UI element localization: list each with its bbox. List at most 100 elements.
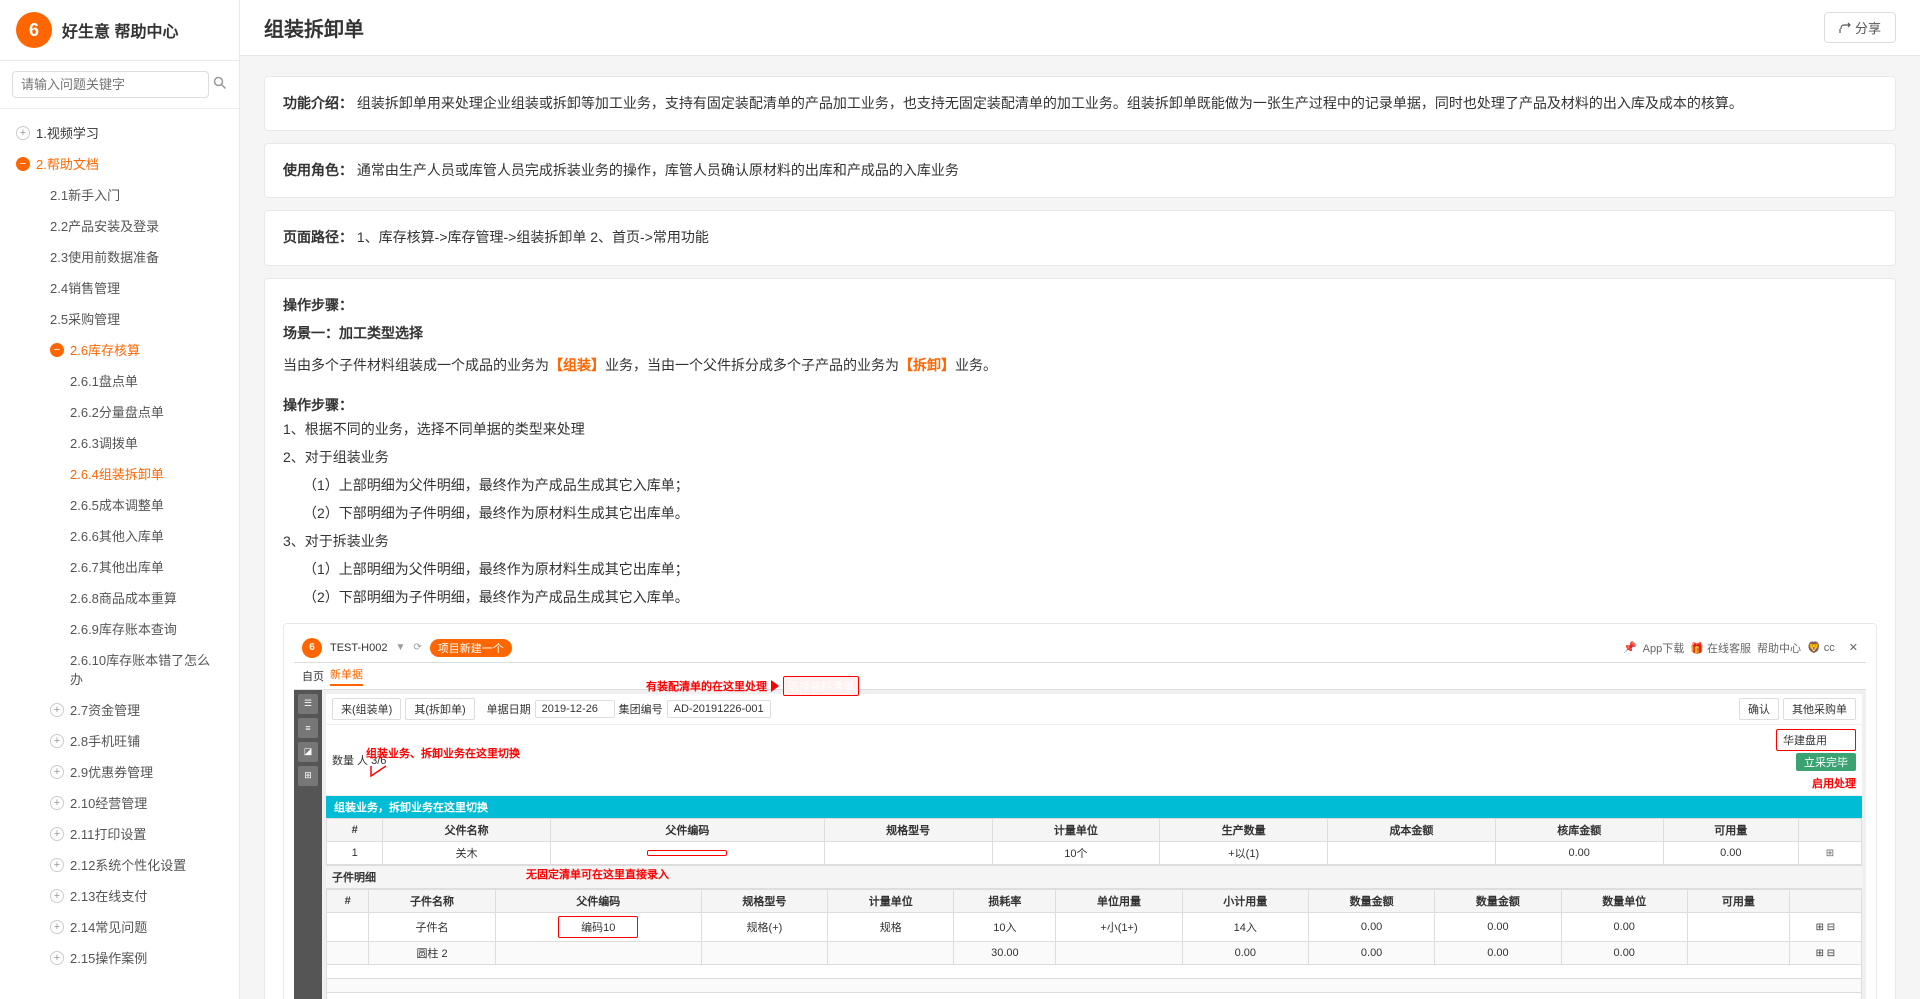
mock-bill-label: 集团编号 <box>619 701 663 717</box>
sidebar-item-2-6-1[interactable]: 2.6.1盘点单 <box>50 365 239 396</box>
sidebar-item-2-4[interactable]: 2.4销售管理 <box>30 272 239 303</box>
sidebar-item-2-6-4[interactable]: 2.6.4组装拆卸单 <box>50 458 239 489</box>
sidebar-item-2-6-5[interactable]: 2.6.5成本调整单 <box>50 489 239 520</box>
sidebar-item-2-8[interactable]: + 2.8手机旺铺 <box>30 725 239 756</box>
mock-th-7: 成本金额 <box>1328 818 1496 841</box>
sidebar-item-2-6-10[interactable]: 2.6.10库存账本错了怎么办 <box>50 644 239 694</box>
role-label: 使用角色： <box>283 162 353 178</box>
sidebar-item-2-label: 2.帮助文档 <box>36 154 99 173</box>
mock-topbar-id: TEST-H002 <box>330 642 387 654</box>
search-box[interactable] <box>0 61 239 109</box>
sidebar-item-2-6-2-label: 2.6.2分量盘点单 <box>70 402 164 421</box>
mock-cr1-2: 子件名 <box>369 912 495 941</box>
step2: 2、对于组装业务 <box>283 443 1877 471</box>
mock-topbar-dropdown: ▼ <box>395 642 405 653</box>
step3: 3、对于拆装业务 <box>283 527 1877 555</box>
mock-top-icon1: 📌 <box>1623 641 1637 654</box>
app-name: 好生意 帮助中心 <box>62 18 178 42</box>
mock-cth-2: 子件名称 <box>369 889 495 912</box>
sidebar-item-2-12[interactable]: + 2.12系统个性化设置 <box>30 849 239 880</box>
sidebar-item-2-8-label: 2.8手机旺铺 <box>70 731 140 750</box>
sidebar-item-2-6-9[interactable]: 2.6.9库存账本查询 <box>50 613 239 644</box>
sidebar-item-2-14[interactable]: + 2.14常见问题 <box>30 911 239 942</box>
mock-nav-icon4: ⊞ <box>298 766 318 786</box>
path-card: 页面路径： 1、库存核算->库存管理->组装拆卸单 2、首页->常用功能 <box>264 210 1896 265</box>
step3-1: （1）上部明细为父件明细，最终作为原材料生成其它出库单； <box>303 555 1877 583</box>
mock-btn-chachu: 其(拆卸单) <box>405 698 474 720</box>
sidebar-item-2-6-2[interactable]: 2.6.2分量盘点单 <box>50 396 239 427</box>
sidebar-item-2-3[interactable]: 2.3使用前数据准备 <box>30 241 239 272</box>
sidebar-item-2-5[interactable]: 2.5采购管理 <box>30 303 239 334</box>
mock-top-icon4: 帮助中心 <box>1757 640 1801 656</box>
mock-menu-home: 自页 <box>302 668 324 684</box>
mock-layout: ☰ ≡ ◪ ⊞ 来(组装单) 其(拆卸单) 单据日期 2019-12-26 <box>294 690 1866 999</box>
mock-child-row-3 <box>327 964 1862 978</box>
sidebar-item-1[interactable]: + 1.视频学习 <box>0 117 239 148</box>
annotation4-text: 启用处理 <box>1812 775 1856 791</box>
share-icon <box>1839 22 1851 34</box>
sidebar-item-2-6[interactable]: − 2.6库存核算 <box>30 334 239 365</box>
mock-cr1-3: 编码10 <box>495 912 701 941</box>
expand-icon-1: + <box>16 126 30 140</box>
mock-menu-new: 新单据 <box>330 666 363 686</box>
annotation5-text: 无固定清单可在这里直接录入 <box>526 866 669 882</box>
mock-cth-10: 数量金额 <box>1435 889 1561 912</box>
mock-left-nav: ☰ ≡ ◪ ⊞ <box>294 690 322 999</box>
mock-cth-9: 数量金额 <box>1308 889 1434 912</box>
sidebar-item-2-9[interactable]: + 2.9优惠券管理 <box>30 756 239 787</box>
nav-tree: + 1.视频学习 − 2.帮助文档 2.1新手入门 2.2产品安装及登录 2.3… <box>0 109 239 999</box>
sidebar-item-2-6-1-label: 2.6.1盘点单 <box>70 371 138 390</box>
sidebar-item-2-11[interactable]: + 2.11打印设置 <box>30 818 239 849</box>
mock-top-icon3: 🎁 在线客服 <box>1690 640 1751 656</box>
sidebar-item-2-15[interactable]: + 2.15操作案例 <box>30 942 239 973</box>
mock-cth-4: 规格型号 <box>701 889 827 912</box>
mock-cr1-icons: ⊞ ⊟ <box>1816 922 1836 933</box>
mock-ui: 6 TEST-H002 ▼ ⟳ 项目新建一个 📌 App下载 🎁 在线客服 帮助… <box>294 634 1866 999</box>
mock-date-value: 2019-12-26 <box>535 700 615 718</box>
share-button[interactable]: 分享 <box>1824 12 1896 43</box>
sidebar-item-2-6-4-label: 2.6.4组装拆卸单 <box>70 464 164 483</box>
sidebar-item-2-3-label: 2.3使用前数据准备 <box>50 247 159 266</box>
sidebar-item-1-label: 1.视频学习 <box>36 123 99 142</box>
annotation3-text: 组装业务、拆卸业务在这里切换 <box>366 745 520 761</box>
expand-icon-2-15: + <box>50 951 64 965</box>
main-body: 功能介绍： 组装拆卸单用来处理企业组装或拆卸等加工业务，支持有固定装配清单的产品… <box>240 56 1920 999</box>
sidebar-item-2-1[interactable]: 2.1新手入门 <box>30 179 239 210</box>
sidebar-item-2-6-3[interactable]: 2.6.3调拨单 <box>50 427 239 458</box>
ops-steps-title: 操作步骤： <box>283 395 1877 415</box>
mock-cr1-5: 规格 <box>828 912 954 941</box>
mock-cth-5: 计量单位 <box>828 889 954 912</box>
search-button[interactable] <box>213 76 227 93</box>
mock-th-6: 生产数量 <box>1160 818 1328 841</box>
mock-badge: 项目新建一个 <box>430 639 512 657</box>
mock-table-parent: # 父件名称 父件编码 规格型号 计量单位 生产数量 成本金额 核库金额 可用量 <box>326 818 1862 865</box>
sidebar-item-2-13[interactable]: + 2.13在线支付 <box>30 880 239 911</box>
path-text: 页面路径： 1、库存核算->库存管理->组装拆卸单 2、首页->常用功能 <box>283 225 1877 250</box>
step2-2: （2）下部明细为子件明细，最终作为原材料生成其它出库单。 <box>303 499 1877 527</box>
mock-cr1-8: 14入 <box>1182 912 1308 941</box>
mock-cr3-empty <box>327 964 1862 978</box>
mock-cr1-1 <box>327 912 369 941</box>
screenshot-container: 6 TEST-H002 ▼ ⟳ 项目新建一个 📌 App下载 🎁 在线客服 帮助… <box>283 623 1877 999</box>
sidebar-item-2-2[interactable]: 2.2产品安装及登录 <box>30 210 239 241</box>
sidebar-item-2-6-8[interactable]: 2.6.8商品成本重算 <box>50 582 239 613</box>
sidebar-item-2-6-7[interactable]: 2.6.7其他出库单 <box>50 551 239 582</box>
mock-parent-cell-9: 0.00 <box>1663 841 1798 864</box>
mock-child-row-4 <box>327 978 1862 992</box>
search-input[interactable] <box>12 71 209 98</box>
sidebar-item-2-6-6[interactable]: 2.6.6其他入库单 <box>50 520 239 551</box>
mock-th-10 <box>1798 818 1861 841</box>
mock-cth-11: 数量单位 <box>1561 889 1687 912</box>
mock-th-2: 父件名称 <box>383 818 551 841</box>
mock-parent-cell-8: 0.00 <box>1495 841 1663 864</box>
share-label: 分享 <box>1855 18 1881 37</box>
mock-btn-zuzhang: 来(组装单) <box>332 698 401 720</box>
sidebar-item-2-7[interactable]: + 2.7资金管理 <box>30 694 239 725</box>
intro-text: 功能介绍： 组装拆卸单用来处理企业组装或拆卸等加工业务，支持有固定装配清单的产品… <box>283 91 1877 116</box>
sidebar-item-2[interactable]: − 2.帮助文档 <box>0 148 239 179</box>
mock-cr1-9: 0.00 <box>1308 912 1434 941</box>
annotation4-container: 华建盘用 立采完毕 启用处理 <box>1776 729 1856 791</box>
sidebar-item-2-10[interactable]: + 2.10经营管理 <box>30 787 239 818</box>
step2-1: （1）上部明细为父件明细，最终作为产成品生成其它入库单； <box>303 471 1877 499</box>
mock-right-btns: 确认 其他采购单 <box>1739 698 1856 720</box>
